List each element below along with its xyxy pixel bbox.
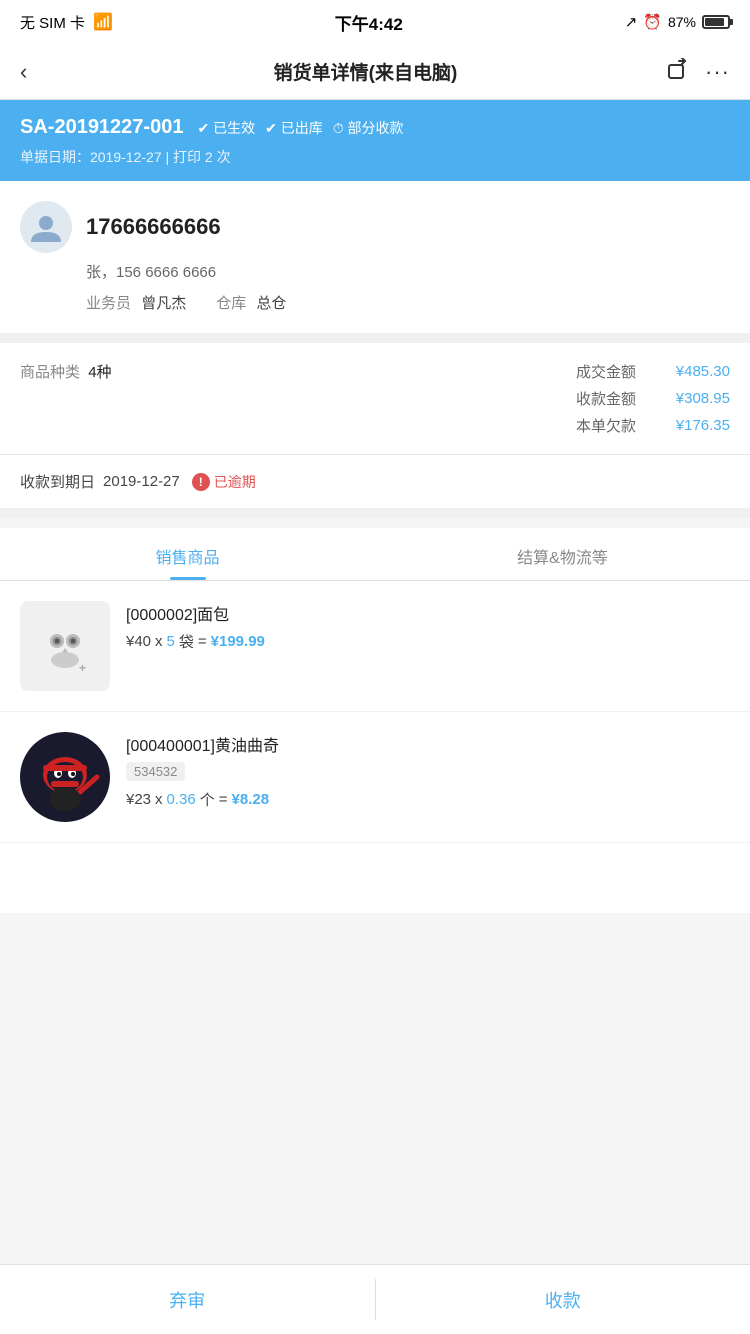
order-header: SA-20191227-001 ✔ 已生效 ✔ 已出库 ⏱ 部分收款 单据日期：… (0, 100, 750, 181)
product-total-2: ¥8.28 (232, 791, 270, 808)
order-meta: 单据日期：2019-12-27 | 打印 2 次 (20, 147, 730, 167)
bottom-spacer (0, 843, 750, 913)
due-date-label: 收款到期日 (20, 471, 95, 492)
owed-value: ¥176.35 (650, 417, 730, 434)
deal-amount-row: 成交金额 ¥485.30 (576, 361, 730, 382)
customer-sub: 张，156 6666 6666 (86, 261, 730, 282)
deal-amount-value: ¥485.30 (650, 363, 730, 380)
product-item-1: + [0000002]面包 ¥40 x 5 袋 = ¥199.99 (0, 581, 750, 712)
product-type-label: 商品种类 (20, 364, 80, 381)
battery-icon (702, 15, 730, 29)
customer-name: 17666666666 (86, 214, 221, 240)
status-badges: ✔ 已生效 ✔ 已出库 ⏱ 部分收款 (197, 118, 403, 138)
customer-section: 17666666666 张，156 6666 6666 业务员 曾凡杰 仓库 总… (0, 181, 750, 333)
due-section: 收款到期日 2019-12-27 ! 已逾期 (0, 455, 750, 508)
owed-label: 本单欠款 (576, 415, 636, 436)
cancel-button[interactable]: 弃审 (0, 1265, 375, 1334)
overdue-badge: ! 已逾期 (192, 472, 256, 492)
status-left: 无 SIM 卡 📶 (20, 12, 113, 33)
page-title: 销货单详情(来自电脑) (64, 58, 667, 85)
product-sku-2: 534532 (126, 762, 185, 781)
tabs-row: 销售商品 结算&物流等 (0, 528, 750, 581)
tab-sales-products[interactable]: 销售商品 (0, 528, 375, 580)
product-qty-1: 5 (167, 633, 175, 650)
salesman-value: 曾凡杰 (141, 295, 186, 312)
products-section: + [0000002]面包 ¥40 x 5 袋 = ¥199.99 (0, 581, 750, 913)
nav-actions: ··· (667, 58, 730, 86)
wifi-icon: 📶 (93, 12, 113, 32)
warehouse-value: 总仓 (256, 295, 286, 312)
tab-settlement[interactable]: 结算&物流等 (375, 528, 750, 580)
product-qty-2: 0.36 (167, 791, 196, 808)
divider-1 (0, 333, 750, 343)
tab-settlement-label: 结算&物流等 (517, 550, 608, 567)
tab-sales-products-label: 销售商品 (155, 550, 219, 567)
confirm-button[interactable]: 收款 (376, 1265, 750, 1334)
order-id: SA-20191227-001 (20, 116, 183, 139)
salesman-label: 业务员 (86, 295, 131, 312)
customer-row: 17666666666 (20, 201, 730, 253)
deal-amount-label: 成交金额 (576, 361, 636, 382)
meta-print: 打印 2 次 (173, 149, 231, 165)
product-info-2: [000400001]黄油曲奇 534532 ¥23 x 0.36 个 = ¥8… (126, 732, 730, 810)
received-value: ¥308.95 (650, 390, 730, 407)
product-price-1: ¥40 (126, 633, 151, 650)
avatar (20, 201, 72, 253)
status-time: 下午4:42 (335, 10, 403, 35)
nav-bar: ‹ 销货单详情(来自电脑) ··· (0, 44, 750, 100)
overdue-text: 已逾期 (214, 472, 256, 492)
battery-percent: 87% (668, 14, 696, 30)
received-label: 收款金额 (576, 388, 636, 409)
overdue-dot-icon: ! (192, 473, 210, 491)
svg-text:+: + (79, 661, 86, 675)
location-icon: ↗ (625, 13, 638, 31)
divider-2 (0, 508, 750, 518)
tabs-section: 销售商品 结算&物流等 (0, 528, 750, 581)
summary-section: 商品种类 4种 成交金额 ¥485.30 收款金额 ¥308.95 本单欠款 ¥… (0, 343, 750, 454)
status-right: ↗ ⏰ 87% (625, 13, 730, 31)
back-button[interactable]: ‹ (20, 59, 64, 85)
meta-date-label: 单据日期： (20, 149, 90, 165)
summary-left: 商品种类 4种 (20, 361, 112, 382)
badge-shipped: ✔ 已出库 (265, 118, 323, 138)
product-item-2: [000400001]黄油曲奇 534532 ¥23 x 0.36 个 = ¥8… (0, 712, 750, 843)
product-thumb-1: + (20, 601, 110, 691)
more-icon[interactable]: ··· (705, 59, 730, 85)
alarm-icon: ⏰ (643, 13, 662, 31)
due-date-value: 2019-12-27 (103, 473, 180, 490)
meta-sep: | (162, 149, 173, 165)
product-price-row-1: ¥40 x 5 袋 = ¥199.99 (126, 631, 730, 652)
badge-effective: ✔ 已生效 (197, 118, 255, 138)
product-name-1: [0000002]面包 (126, 601, 730, 625)
sim-text: 无 SIM 卡 (20, 12, 85, 33)
product-thumb-2 (20, 732, 110, 822)
product-type-value: 4种 (88, 364, 111, 381)
badge-partial-payment: ⏱ 部分收款 (333, 118, 404, 138)
share-icon[interactable] (667, 58, 689, 86)
owed-row: 本单欠款 ¥176.35 (576, 415, 730, 436)
customer-info-row: 业务员 曾凡杰 仓库 总仓 (86, 292, 730, 313)
product-info-1: [0000002]面包 ¥40 x 5 袋 = ¥199.99 (126, 601, 730, 652)
product-price-row-2: ¥23 x 0.36 个 = ¥8.28 (126, 789, 730, 810)
bottom-bar: 弃审 收款 (0, 1264, 750, 1334)
product-qty-unit-1: 袋 (179, 631, 194, 652)
product-total-1: ¥199.99 (211, 633, 265, 650)
summary-right: 成交金额 ¥485.30 收款金额 ¥308.95 本单欠款 ¥176.35 (576, 361, 730, 436)
received-row: 收款金额 ¥308.95 (576, 388, 730, 409)
product-qty-unit-2: 个 (200, 789, 215, 810)
meta-date-value: 2019-12-27 (90, 149, 162, 165)
warehouse-label: 仓库 (216, 295, 246, 312)
product-price-2: ¥23 (126, 791, 151, 808)
status-bar: 无 SIM 卡 📶 下午4:42 ↗ ⏰ 87% (0, 0, 750, 44)
product-name-2: [000400001]黄油曲奇 (126, 732, 730, 756)
